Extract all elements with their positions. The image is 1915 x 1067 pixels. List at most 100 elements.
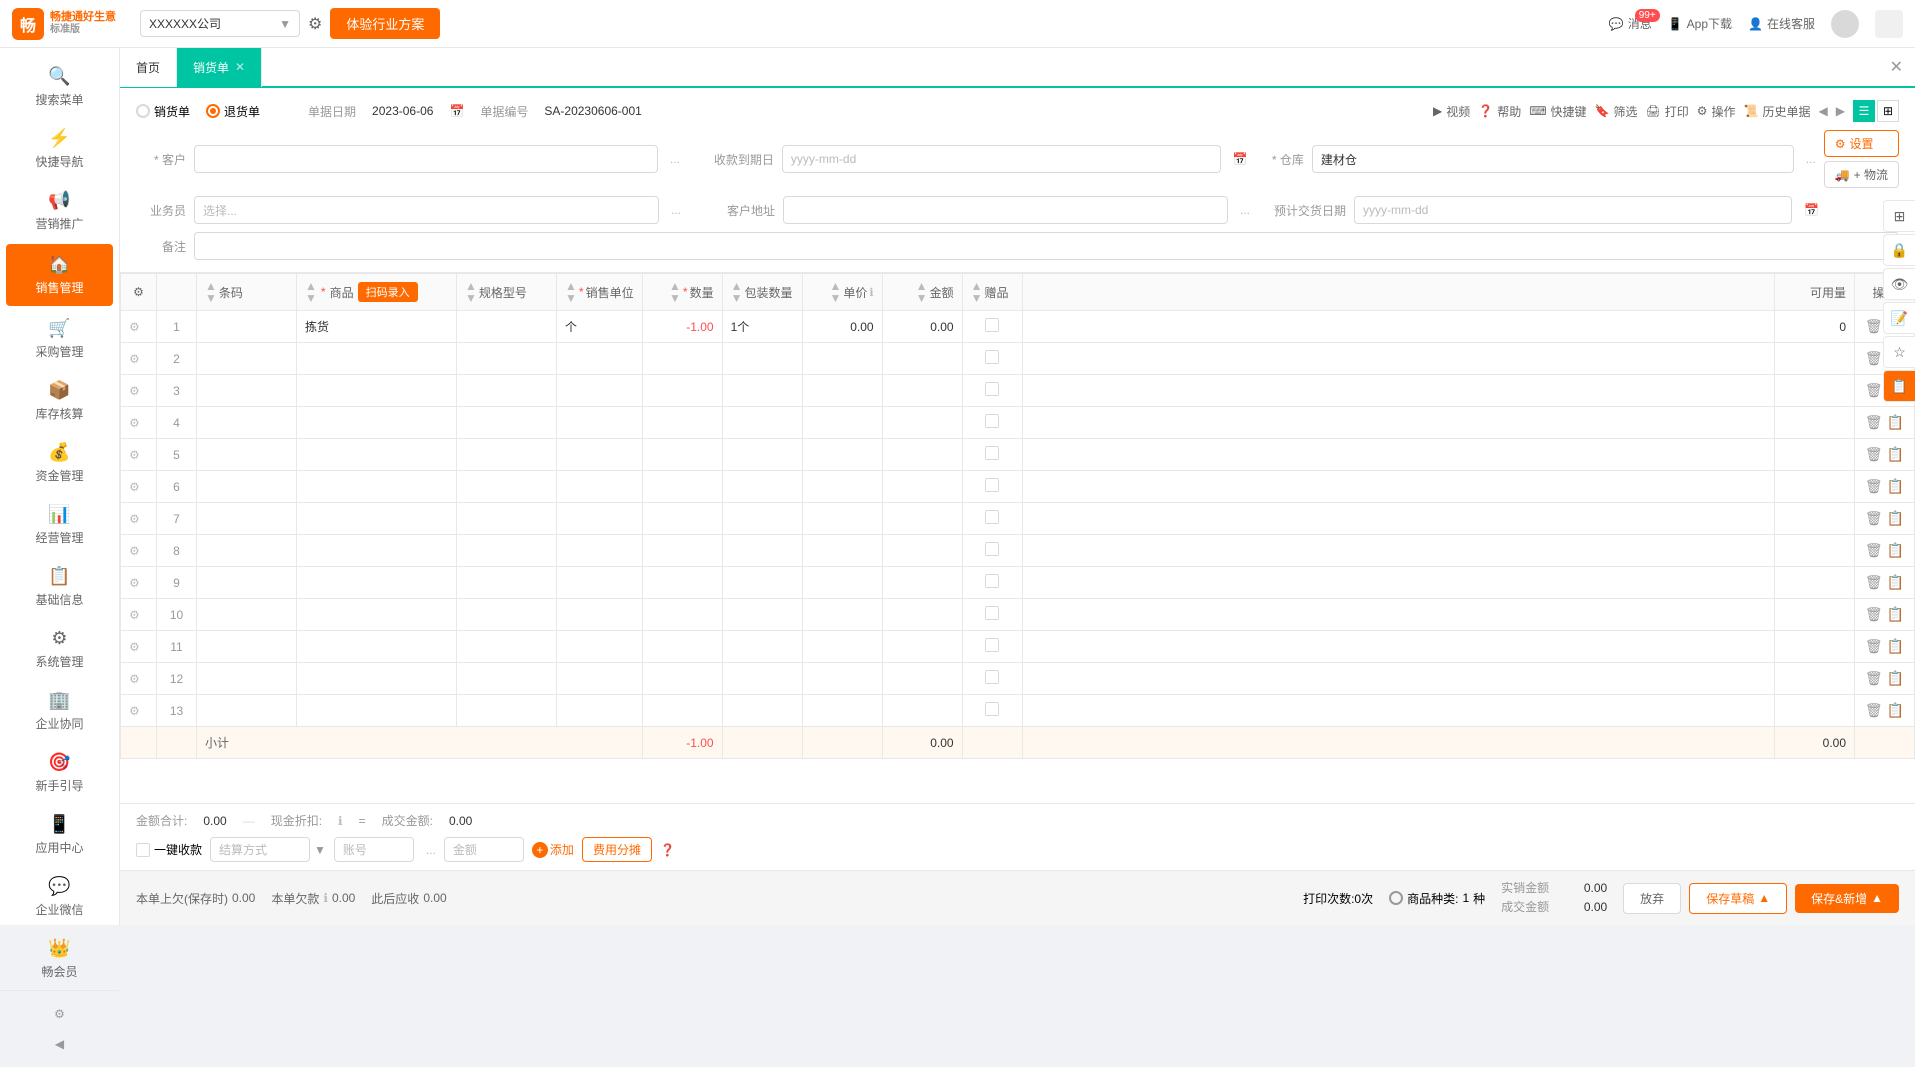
row-qty[interactable] <box>642 567 722 599</box>
row-unit[interactable] <box>557 375 643 407</box>
delete-row-icon[interactable]: 🗑 <box>1865 510 1883 527</box>
row-price[interactable] <box>802 599 882 631</box>
window-close-icon[interactable]: ✕ <box>1890 59 1903 76</box>
row-amount[interactable] <box>882 439 962 471</box>
shortcut-btn[interactable]: ⌨ 快捷键 <box>1529 103 1586 120</box>
row-spec[interactable] <box>457 535 557 567</box>
row-pkg[interactable] <box>722 471 802 503</box>
row-qty[interactable] <box>642 343 722 375</box>
row-amount[interactable] <box>882 503 962 535</box>
row-product[interactable] <box>297 471 457 503</box>
user-avatar[interactable] <box>1831 10 1859 38</box>
row-amount[interactable] <box>882 375 962 407</box>
row-gift[interactable] <box>962 407 1022 439</box>
sidebar-item-operations[interactable]: 📊 经营管理 <box>0 494 119 556</box>
discount-info-icon[interactable]: ℹ <box>338 814 343 828</box>
gear-icon[interactable]: ⚙ <box>308 14 322 34</box>
row-unit[interactable] <box>557 471 643 503</box>
row-gift[interactable] <box>962 663 1022 695</box>
row-settings[interactable]: ⚙ <box>121 631 157 663</box>
copy-row-icon[interactable]: 📋 <box>1887 446 1904 463</box>
video-btn[interactable]: ▶ 视频 <box>1433 103 1470 120</box>
help-btn[interactable]: ❓ 帮助 <box>1478 103 1521 120</box>
radio-return[interactable]: 退货单 <box>206 103 260 120</box>
row-amount[interactable] <box>882 599 962 631</box>
row-product[interactable] <box>297 567 457 599</box>
row-price[interactable] <box>802 695 882 727</box>
row-settings[interactable]: ⚙ <box>121 439 157 471</box>
settle-method-input[interactable]: 结算方式 <box>210 837 310 862</box>
print-btn[interactable]: 🖨 打印 <box>1646 103 1689 120</box>
row-settings[interactable]: ⚙ <box>121 407 157 439</box>
settings-btn[interactable]: ⚙ 设置 <box>1824 130 1899 157</box>
row-unit[interactable] <box>557 663 643 695</box>
sidebar-item-wechat[interactable]: 💬 企业微信 <box>0 866 119 928</box>
row-pkg[interactable] <box>722 663 802 695</box>
copy-row-icon[interactable]: 📋 <box>1887 510 1904 527</box>
float-eye-btn[interactable]: 👁 <box>1883 268 1915 300</box>
row-qty[interactable] <box>642 695 722 727</box>
salesperson-input[interactable]: 选择... <box>194 196 659 224</box>
row-pkg[interactable]: 1个 <box>722 311 802 343</box>
row-unit[interactable] <box>557 343 643 375</box>
row-pkg[interactable] <box>722 695 802 727</box>
trial-button[interactable]: 体验行业方案 <box>330 8 440 39</box>
row-price[interactable] <box>802 471 882 503</box>
row-spec[interactable] <box>457 375 557 407</box>
row-barcode[interactable] <box>197 311 297 343</box>
delete-row-icon[interactable]: 🗑 <box>1865 606 1883 623</box>
row-price[interactable] <box>802 375 882 407</box>
row-settings[interactable]: ⚙ <box>121 535 157 567</box>
account-input[interactable]: 账号 <box>334 837 414 862</box>
row-price[interactable] <box>802 663 882 695</box>
row-qty[interactable] <box>642 599 722 631</box>
row-price[interactable] <box>802 503 882 535</box>
customer-input[interactable] <box>194 145 658 173</box>
tab-sales-order[interactable]: 销货单 ✕ <box>177 48 262 87</box>
sidebar-item-base-info[interactable]: 📋 基础信息 <box>0 556 119 618</box>
warehouse-input[interactable]: 建材仓 <box>1312 145 1794 173</box>
this-order-debt-info[interactable]: ℹ <box>323 891 328 905</box>
copy-row-icon[interactable]: 📋 <box>1887 670 1904 687</box>
row-spec[interactable] <box>457 663 557 695</box>
row-unit[interactable] <box>557 695 643 727</box>
sidebar-item-inventory[interactable]: 📦 库存核算 <box>0 370 119 432</box>
sidebar-item-app-center[interactable]: 📱 应用中心 <box>0 804 119 866</box>
row-spec[interactable] <box>457 695 557 727</box>
row-product[interactable] <box>297 663 457 695</box>
row-settings[interactable]: ⚙ <box>121 471 157 503</box>
row-gift[interactable] <box>962 471 1022 503</box>
row-unit[interactable] <box>557 535 643 567</box>
pagination-prev[interactable]: ◀ <box>1819 104 1828 118</box>
row-price[interactable] <box>802 535 882 567</box>
row-product[interactable] <box>297 631 457 663</box>
customer-addr-input[interactable] <box>783 196 1228 224</box>
float-action-btn[interactable]: 📋 <box>1883 370 1915 402</box>
delete-row-icon[interactable]: 🗑 <box>1865 382 1883 399</box>
row-product[interactable] <box>297 375 457 407</box>
row-pkg[interactable] <box>722 567 802 599</box>
copy-row-icon[interactable]: 📋 <box>1887 542 1904 559</box>
sidebar-item-enterprise[interactable]: 🏢 企业协同 <box>0 680 119 742</box>
row-barcode[interactable] <box>197 567 297 599</box>
row-unit[interactable] <box>557 439 643 471</box>
row-barcode[interactable] <box>197 343 297 375</box>
save-draft-button[interactable]: 保存草稿 ▲ <box>1689 883 1787 914</box>
account-more-icon[interactable]: ... <box>426 843 436 857</box>
delete-row-icon[interactable]: 🗑 <box>1865 702 1883 719</box>
float-star-btn[interactable]: ☆ <box>1883 336 1915 368</box>
row-spec[interactable] <box>457 471 557 503</box>
customer-more-icon[interactable]: ... <box>670 152 680 166</box>
row-product[interactable] <box>297 439 457 471</box>
row-pkg[interactable] <box>722 407 802 439</box>
scan-button[interactable]: 扫码录入 <box>358 282 418 302</box>
fee-split-btn[interactable]: 费用分摊 <box>582 837 652 862</box>
row-gift[interactable] <box>962 343 1022 375</box>
warehouse-more-icon[interactable]: ... <box>1806 152 1816 166</box>
row-gift[interactable] <box>962 695 1022 727</box>
settings-bottom-btn[interactable]: ⚙ <box>0 999 119 1029</box>
copy-row-icon[interactable]: 📋 <box>1887 606 1904 623</box>
discard-button[interactable]: 放弃 <box>1623 883 1681 914</box>
row-amount[interactable] <box>882 663 962 695</box>
row-barcode[interactable] <box>197 375 297 407</box>
